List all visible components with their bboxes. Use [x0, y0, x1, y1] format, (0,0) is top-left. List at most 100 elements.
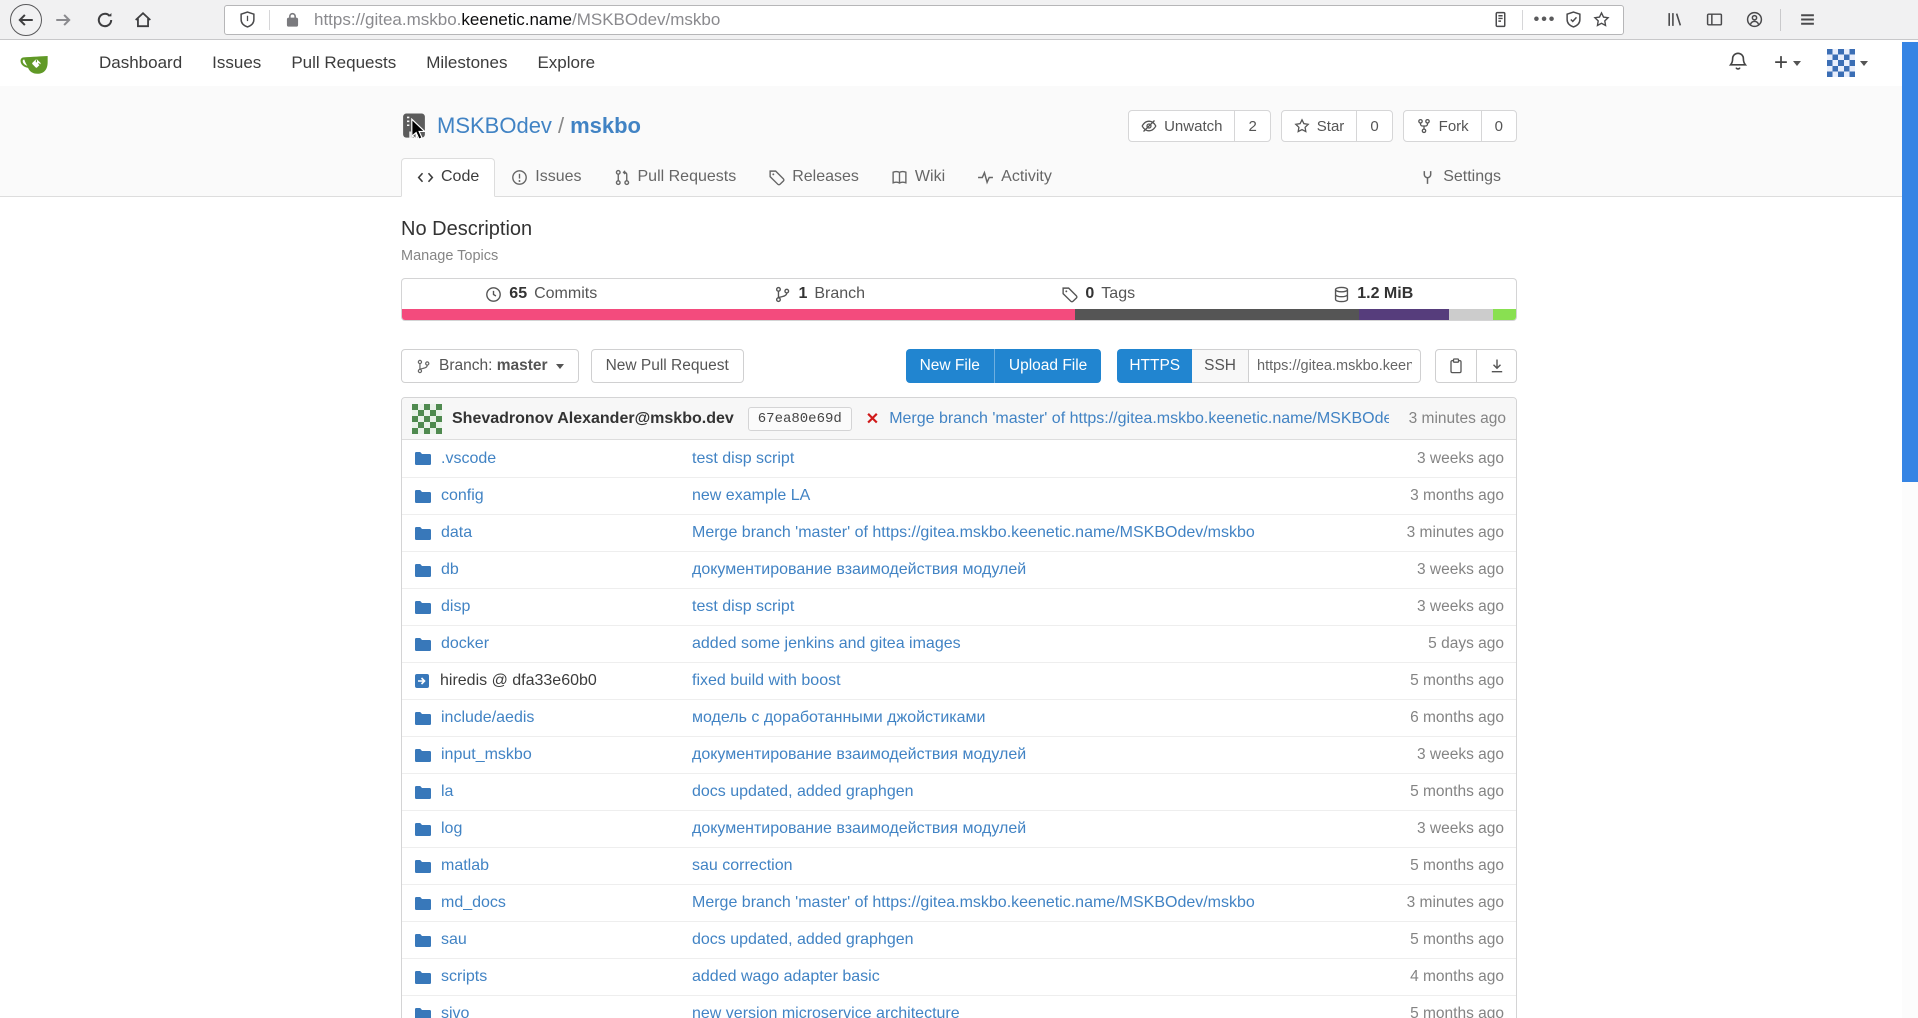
entry-commit-message-link[interactable]: test disp script: [692, 598, 794, 615]
nav-dashboard[interactable]: Dashboard: [84, 53, 197, 73]
folder-icon: [415, 711, 431, 725]
address-bar[interactable]: https://gitea.mskbo.keenetic.name/MSKBOd…: [224, 4, 1624, 35]
entry-name[interactable]: sivo: [441, 1005, 469, 1018]
create-new-button[interactable]: +: [1774, 51, 1801, 75]
manage-topics-link[interactable]: Manage Topics: [401, 248, 498, 264]
tab-settings[interactable]: Settings: [1403, 158, 1517, 197]
entry-commit-message-link[interactable]: docs updated, added graphgen: [692, 783, 914, 800]
history-icon: [486, 286, 502, 302]
back-button[interactable]: [10, 3, 42, 36]
entry-name[interactable]: scripts: [441, 968, 487, 986]
entry-name[interactable]: sau: [441, 931, 467, 949]
ssh-button[interactable]: SSH: [1192, 349, 1249, 383]
folder-icon: [415, 563, 431, 577]
tab-pull-requests[interactable]: Pull Requests: [598, 158, 753, 197]
url-text[interactable]: https://gitea.mskbo.keenetic.name/MSKBOd…: [314, 10, 1486, 30]
gitea-logo[interactable]: [20, 48, 50, 78]
branches-stat[interactable]: 1 Branch: [681, 279, 960, 309]
entry-commit-message-link[interactable]: fixed build with boost: [692, 672, 841, 689]
entry-commit-message-link[interactable]: Merge branch 'master' of https://gitea.m…: [692, 524, 1255, 541]
repo-owner-link[interactable]: MSKBOdev: [437, 113, 552, 138]
reload-button[interactable]: [90, 5, 120, 35]
tab-activity[interactable]: Activity: [961, 158, 1068, 197]
reader-mode-icon[interactable]: [1486, 6, 1514, 34]
entry-name[interactable]: log: [441, 820, 462, 838]
forward-button[interactable]: [48, 5, 78, 35]
clone-url-input[interactable]: [1249, 349, 1421, 383]
entry-commit-message-link[interactable]: документирование взаимодействия модулей: [692, 561, 1026, 578]
entry-commit-message-link[interactable]: модель с доработанными джойстиками: [692, 709, 985, 726]
entry-name-cell: db: [402, 561, 692, 579]
commits-stat[interactable]: 65 Commits: [402, 279, 681, 309]
entry-name[interactable]: data: [441, 524, 472, 542]
scrollbar-thumb[interactable]: [1902, 42, 1918, 482]
account-icon[interactable]: [1740, 6, 1768, 34]
tags-stat[interactable]: 0 Tags: [959, 279, 1238, 309]
entry-name[interactable]: config: [441, 487, 484, 505]
entry-name[interactable]: .vscode: [441, 450, 496, 468]
commit-sha-link[interactable]: 67ea80e69d: [747, 406, 852, 431]
nav-explore[interactable]: Explore: [522, 53, 610, 73]
menu-icon[interactable]: [1793, 6, 1821, 34]
new-file-button[interactable]: New File: [905, 349, 994, 383]
entry-name[interactable]: disp: [441, 598, 470, 616]
home-button[interactable]: [128, 5, 158, 35]
branch-selector[interactable]: Branch: master: [401, 349, 579, 383]
entry-commit-message-link[interactable]: Merge branch 'master' of https://gitea.m…: [692, 894, 1255, 911]
entry-commit-message-link[interactable]: test disp script: [692, 450, 794, 467]
table-row: sau docs updated, added graphgen 5 month…: [402, 921, 1516, 958]
entry-name[interactable]: input_mskbo: [441, 746, 532, 764]
entry-time: 3 weeks ago: [1416, 820, 1504, 837]
page-actions-icon[interactable]: •••: [1531, 6, 1559, 34]
entry-name[interactable]: md_docs: [441, 894, 506, 912]
table-row: config new example LA 3 months ago: [402, 477, 1516, 514]
entry-name[interactable]: include/aedis: [441, 709, 534, 727]
tab-wiki[interactable]: Wiki: [875, 158, 961, 197]
repo-header: MSKBOdev / mskbo Unwatch 2 Star 0 Fork 0…: [0, 86, 1918, 197]
entry-commit-message-link[interactable]: документирование взаимодействия модулей: [692, 820, 1026, 837]
entry-name[interactable]: db: [441, 561, 459, 579]
tab-code[interactable]: Code: [401, 158, 496, 197]
unwatch-button[interactable]: Unwatch: [1129, 111, 1234, 141]
forks-count[interactable]: 0: [1480, 111, 1516, 141]
upload-file-button[interactable]: Upload File: [993, 349, 1102, 383]
watchers-count[interactable]: 2: [1234, 111, 1269, 141]
tab-releases[interactable]: Releases: [752, 158, 875, 197]
commit-status-failed-icon[interactable]: ✕: [866, 409, 879, 429]
protection-shield-icon[interactable]: [1559, 6, 1587, 34]
commit-message-link[interactable]: Merge branch 'master' of https://gitea.m…: [889, 410, 1388, 428]
entry-name[interactable]: docker: [441, 635, 489, 653]
https-button[interactable]: HTTPS: [1117, 349, 1193, 383]
new-pull-request-button[interactable]: New Pull Request: [590, 349, 744, 383]
sidebar-icon[interactable]: [1700, 6, 1728, 34]
tracking-shield-icon[interactable]: [233, 6, 261, 34]
library-icon[interactable]: [1660, 6, 1688, 34]
lock-icon[interactable]: [278, 6, 306, 34]
repo-name-link[interactable]: mskbo: [570, 113, 641, 138]
nav-pull-requests[interactable]: Pull Requests: [276, 53, 411, 73]
stars-count[interactable]: 0: [1356, 111, 1391, 141]
page-scrollbar[interactable]: [1902, 41, 1918, 1018]
copy-url-button[interactable]: [1436, 350, 1476, 382]
entry-name[interactable]: matlab: [441, 857, 489, 875]
user-menu[interactable]: [1827, 49, 1868, 77]
nav-milestones[interactable]: Milestones: [411, 53, 522, 73]
star-button[interactable]: Star: [1282, 111, 1357, 141]
notifications-button[interactable]: [1728, 51, 1748, 76]
entry-name[interactable]: la: [441, 783, 453, 801]
download-button[interactable]: [1476, 350, 1516, 382]
entry-commit-message-link[interactable]: added some jenkins and gitea images: [692, 635, 961, 652]
entry-commit-message-link[interactable]: new version microservice architecture: [692, 1005, 960, 1018]
entry-commit-message-link[interactable]: sau correction: [692, 857, 793, 874]
entry-commit-message-link[interactable]: документирование взаимодействия модулей: [692, 746, 1026, 763]
entry-commit-message-link[interactable]: docs updated, added graphgen: [692, 931, 914, 948]
entry-commit-message-link[interactable]: added wago adapter basic: [692, 968, 880, 985]
nav-issues[interactable]: Issues: [197, 53, 276, 73]
bookmark-star-icon[interactable]: [1587, 6, 1615, 34]
language-stats-bar[interactable]: [401, 309, 1517, 321]
entry-name[interactable]: hiredis @ dfa33e60b0: [440, 672, 597, 690]
tab-issues[interactable]: Issues: [495, 158, 597, 197]
fork-button[interactable]: Fork: [1404, 111, 1481, 141]
entry-commit-message-link[interactable]: new example LA: [692, 487, 810, 504]
clone-utils: [1435, 349, 1517, 383]
